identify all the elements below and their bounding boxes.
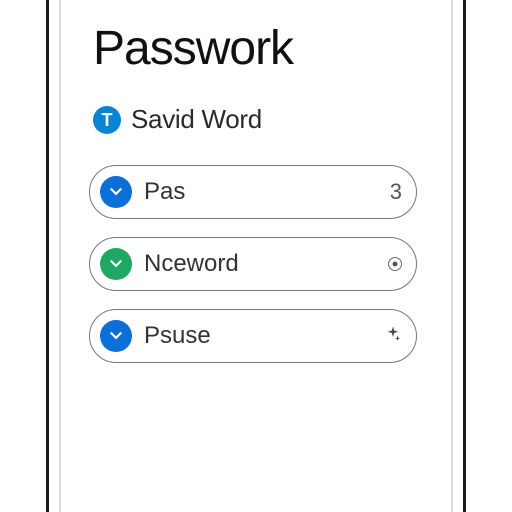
page-title: Passwork xyxy=(93,21,417,76)
saved-link[interactable]: T Savid Word xyxy=(93,104,417,135)
screen: Passwork T Savid Word Pas 3 Ncew xyxy=(71,0,441,512)
chevron-down-icon xyxy=(100,320,132,352)
count-badge: 3 xyxy=(384,179,402,205)
list-item-label: Pas xyxy=(144,178,372,206)
saved-link-label: Savid Word xyxy=(131,104,262,135)
phone-body: Passwork T Savid Word Pas 3 Ncew xyxy=(46,0,466,512)
password-list: Pas 3 Nceword Psuse xyxy=(89,165,417,363)
list-item[interactable]: Pas 3 xyxy=(89,165,417,219)
chevron-down-icon xyxy=(100,176,132,208)
phone-mock: Passwork T Savid Word Pas 3 Ncew xyxy=(46,0,466,512)
info-icon: T xyxy=(93,106,121,134)
list-item[interactable]: Psuse xyxy=(89,309,417,363)
masked-dot-icon xyxy=(384,251,402,277)
chevron-down-icon xyxy=(100,248,132,280)
list-item-label: Psuse xyxy=(144,322,372,350)
sparkle-icon xyxy=(384,323,402,349)
list-item-label: Nceword xyxy=(144,250,372,278)
list-item[interactable]: Nceword xyxy=(89,237,417,291)
